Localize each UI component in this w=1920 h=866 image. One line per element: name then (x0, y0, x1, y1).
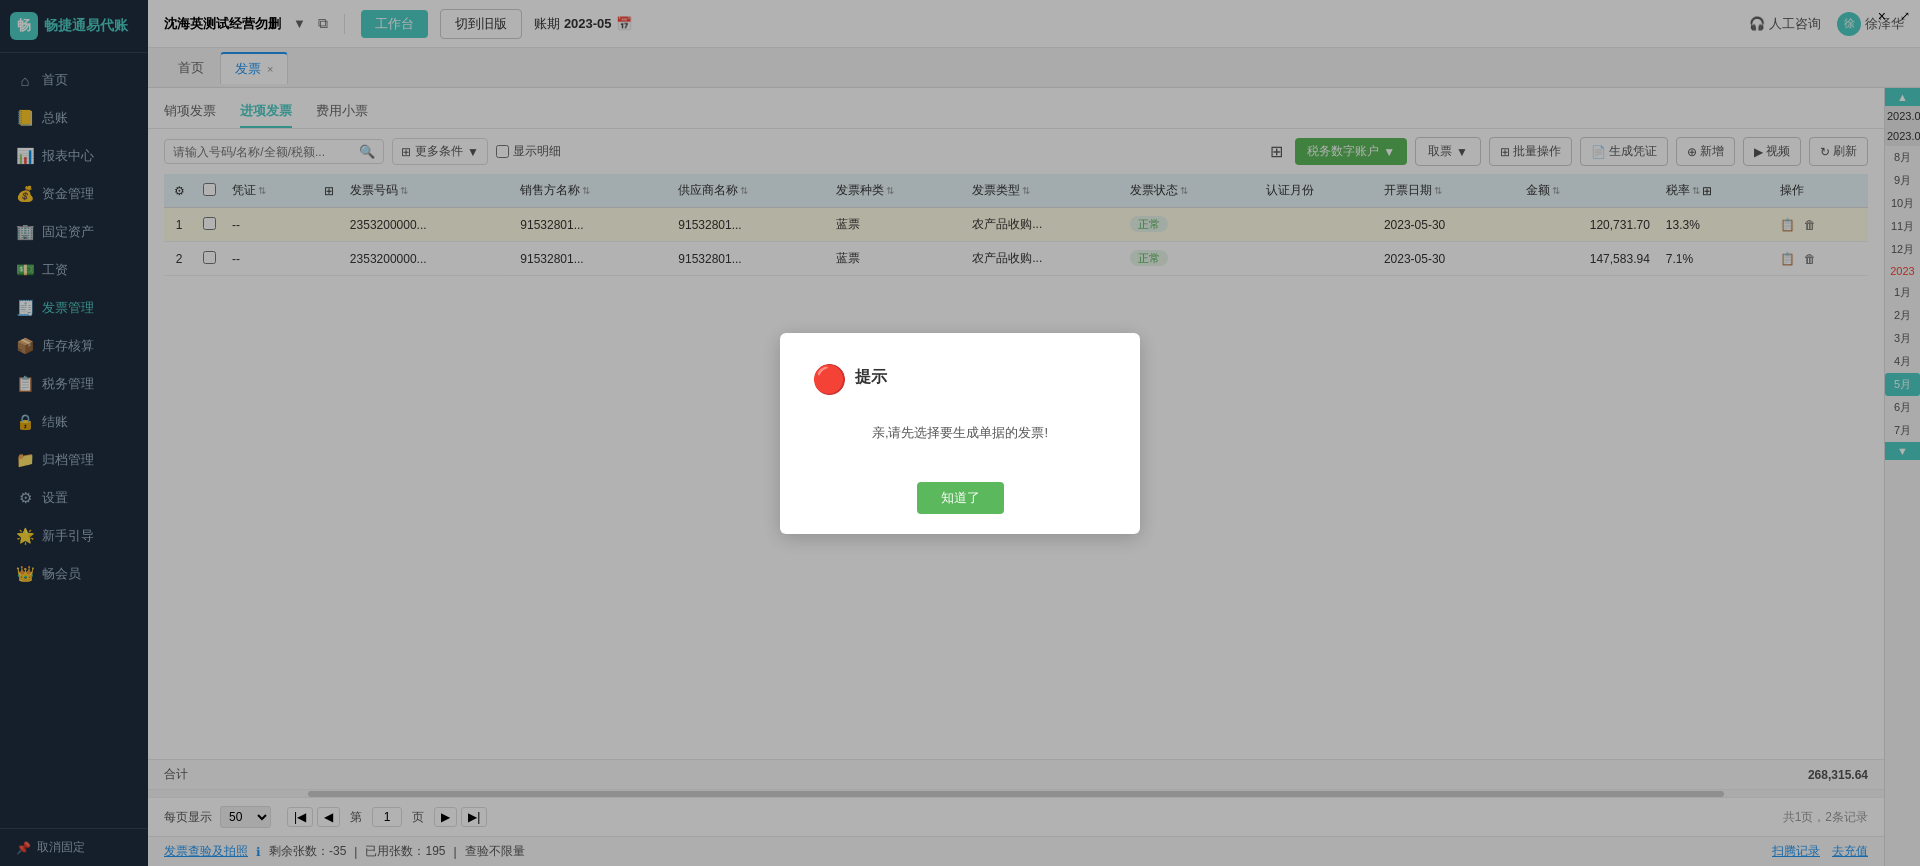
modal-footer: 知道了 (780, 470, 1140, 534)
modal-message: 亲,请先选择要生成单据的发票! (812, 424, 1108, 442)
modal-overlay[interactable]: 🔴 提示 亲,请先选择要生成单据的发票! 知道了 (0, 0, 1920, 866)
modal-header-row: 🔴 提示 (812, 363, 1108, 408)
modal-dialog: 🔴 提示 亲,请先选择要生成单据的发票! 知道了 (780, 333, 1140, 534)
modal-title: 提示 (855, 367, 887, 388)
modal-confirm-button[interactable]: 知道了 (917, 482, 1004, 514)
modal-warning-icon: 🔴 (812, 363, 847, 396)
modal-body: 🔴 提示 亲,请先选择要生成单据的发票! (780, 333, 1140, 470)
